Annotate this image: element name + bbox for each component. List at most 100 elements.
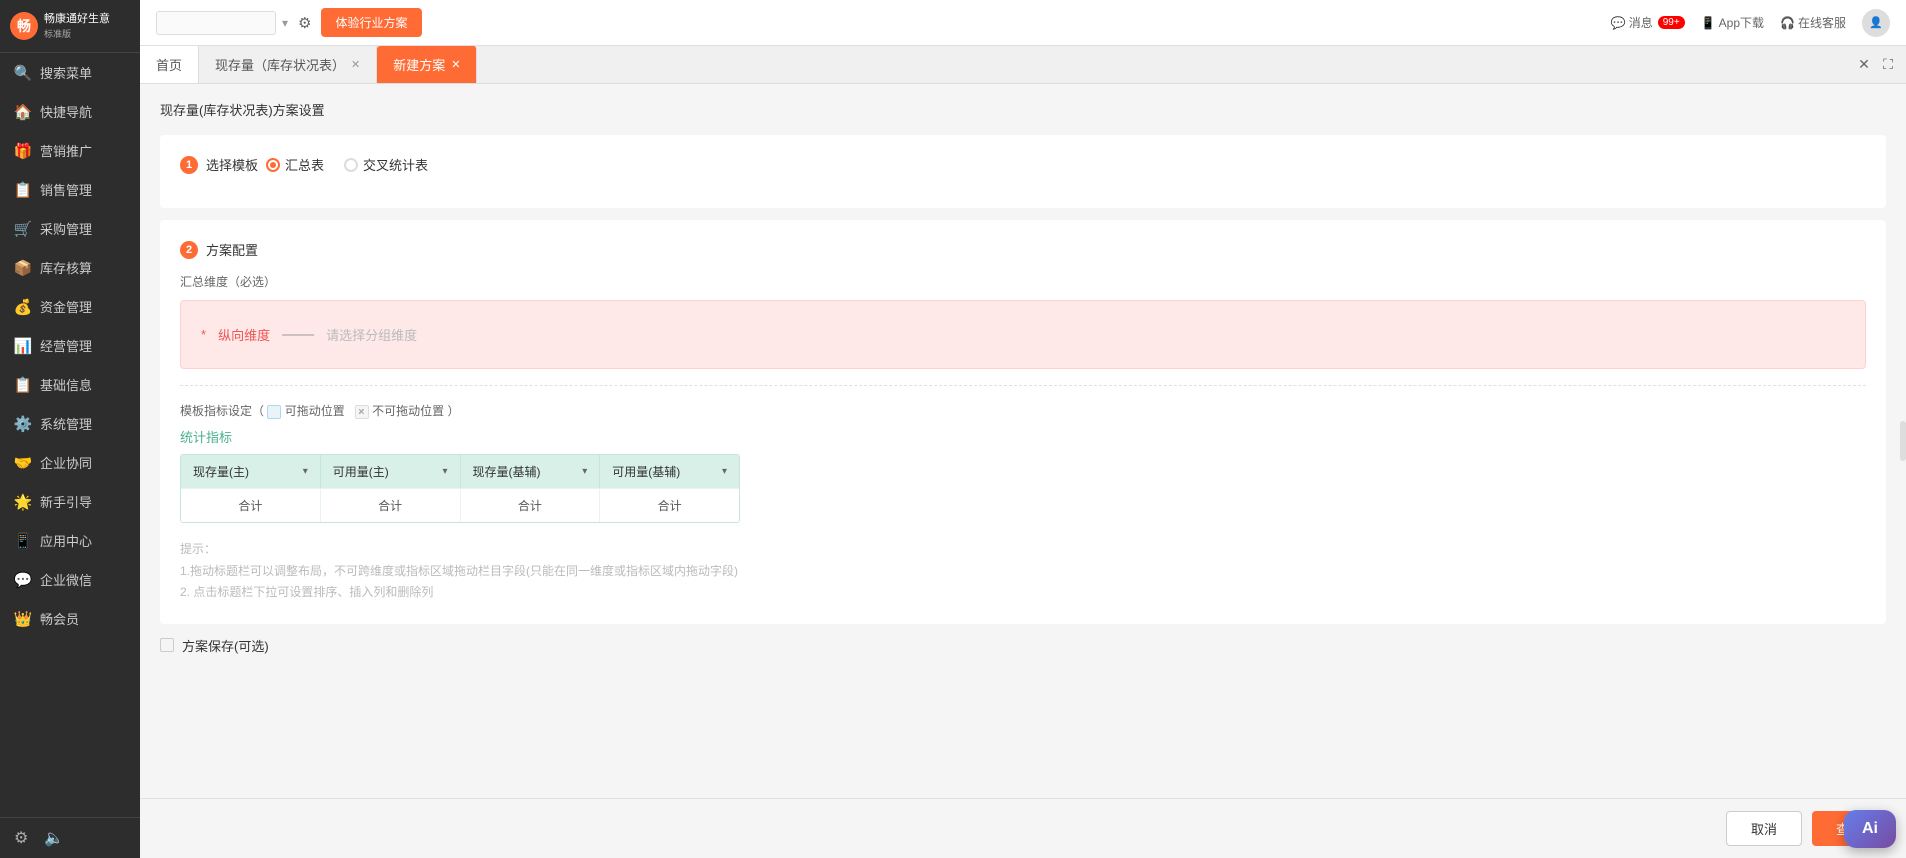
main-area: ▾ ⚙ 体验行业方案 💬 消息 99+ 📱 App下载 🎧 在线客服 👤 bbox=[140, 0, 1906, 858]
sidebar-item-purchase[interactable]: 🛒 采购管理 bbox=[0, 209, 140, 248]
app-download-button[interactable]: 📱 App下载 bbox=[1701, 14, 1764, 31]
legend-non-draggable: ✕ 不可拖动位置 bbox=[355, 404, 448, 418]
save-label: 方案保存(可选) bbox=[182, 636, 269, 655]
settings-icon[interactable]: ⚙ bbox=[14, 828, 28, 848]
window-expand-icon[interactable]: ⛶ bbox=[1880, 57, 1896, 73]
tab-home[interactable]: 首页 bbox=[140, 46, 199, 83]
stats-col-0: 现存量(主)▾ bbox=[181, 455, 321, 488]
dimension-arrow: —— bbox=[282, 326, 314, 344]
sidebar-item-sales[interactable]: 📋 销售管理 bbox=[0, 170, 140, 209]
sidebar-item-member[interactable]: 👑 畅会员 bbox=[0, 599, 140, 638]
col-chevron-2[interactable]: ▾ bbox=[582, 466, 587, 477]
tab-home-label: 首页 bbox=[156, 55, 182, 74]
sidebar-item-label-purchase: 采购管理 bbox=[40, 219, 92, 238]
system-icon: ⚙️ bbox=[14, 415, 32, 433]
sidebar-item-finance[interactable]: 💰 资金管理 bbox=[0, 287, 140, 326]
tabbar: 首页 现存量（库存状况表） ✕ 新建方案 ✕ ✕ ⛶ bbox=[140, 46, 1906, 84]
sidebar-item-label-enterprise: 企业协同 bbox=[40, 453, 92, 472]
indicator-settings: 模板指标设定（ 可拖动位置 ✕ 不可拖动位置 ） bbox=[180, 402, 1866, 523]
topbar-left: ▾ ⚙ 体验行业方案 bbox=[156, 8, 422, 37]
radio-cross[interactable]: 交叉统计表 bbox=[344, 155, 428, 174]
inventory-icon: 📦 bbox=[14, 259, 32, 277]
industry-plan-button[interactable]: 体验行业方案 bbox=[321, 8, 421, 37]
stats-cell-3: 合计 bbox=[600, 489, 739, 522]
col-chevron-0[interactable]: ▾ bbox=[303, 466, 308, 477]
wechat-icon: 💬 bbox=[14, 571, 32, 589]
step2-label: 方案配置 bbox=[206, 240, 258, 259]
step1-panel: 1 选择模板 汇总表 交叉统计表 bbox=[160, 135, 1886, 208]
step1-badge: 1 bbox=[180, 156, 198, 174]
sidebar-item-newguide[interactable]: 🌟 新手引导 bbox=[0, 482, 140, 521]
tab-inventory-label: 现存量（库存状况表） bbox=[215, 55, 345, 74]
sidebar-item-basic[interactable]: 📋 基础信息 bbox=[0, 365, 140, 404]
summary-dimension-label: 汇总维度（必选） bbox=[180, 273, 1866, 290]
radio-summary[interactable]: 汇总表 bbox=[266, 155, 324, 174]
tips-title: 提示： bbox=[180, 542, 216, 556]
tab-new-plan[interactable]: 新建方案 ✕ bbox=[377, 46, 477, 83]
step2-header: 2 方案配置 bbox=[180, 240, 1866, 259]
sidebar-item-label-newguide: 新手引导 bbox=[40, 492, 92, 511]
search-input[interactable] bbox=[156, 11, 276, 35]
legend-draggable: 可拖动位置 bbox=[267, 404, 348, 418]
col-label-1: 可用量(主) bbox=[333, 463, 389, 480]
sales-icon: 📋 bbox=[14, 181, 32, 199]
logo-icon: 畅 bbox=[10, 12, 38, 40]
stats-col-3: 可用量(基辅) ▾ bbox=[600, 455, 739, 488]
message-badge: 99+ bbox=[1658, 16, 1685, 29]
window-controls: ✕ ⛶ bbox=[1856, 57, 1906, 73]
non-draggable-box: ✕ bbox=[355, 405, 369, 419]
sidebar-item-label-member: 畅会员 bbox=[40, 609, 79, 628]
sidebar-item-label-appcenter: 应用中心 bbox=[40, 531, 92, 550]
indicator-settings-header: 模板指标设定（ 可拖动位置 ✕ 不可拖动位置 ） bbox=[180, 402, 1866, 419]
tip-2: 2. 点击标题栏下拉可设置排序、插入列和删除列 bbox=[180, 582, 1866, 604]
tab-inventory-close-icon[interactable]: ✕ bbox=[351, 58, 360, 71]
radio-cross-label: 交叉统计表 bbox=[363, 155, 428, 174]
sidebar-item-enterprise[interactable]: 🤝 企业协同 bbox=[0, 443, 140, 482]
ai-float-button[interactable]: Ai bbox=[1844, 810, 1896, 848]
sidebar-item-system[interactable]: ⚙️ 系统管理 bbox=[0, 404, 140, 443]
message-button[interactable]: 💬 消息 99+ bbox=[1611, 14, 1685, 31]
tip-1: 1.拖动标题栏可以调整布局，不可跨维度或指标区域拖动栏目字段(只能在同一维度或指… bbox=[180, 561, 1866, 583]
newguide-icon: 🌟 bbox=[14, 493, 32, 511]
app-logo: 畅 畅康通好生意 标准版 bbox=[0, 0, 140, 53]
col-chevron-3[interactable]: ▾ bbox=[722, 466, 727, 477]
sidebar-item-label-basic: 基础信息 bbox=[40, 375, 92, 394]
sidebar-item-inventory[interactable]: 📦 库存核算 bbox=[0, 248, 140, 287]
appcenter-icon: 📱 bbox=[14, 532, 32, 550]
logo-text: 畅康通好生意 标准版 bbox=[44, 12, 110, 39]
user-avatar[interactable]: 👤 bbox=[1862, 9, 1890, 37]
sidebar-nav: 🔍 搜索菜单 🏠 快捷导航 🎁 营销推广 📋 销售管理 🛒 采购管理 📦 库存核… bbox=[0, 53, 140, 817]
basic-icon: 📋 bbox=[14, 376, 32, 394]
sidebar-item-wechat[interactable]: 💬 企业微信 bbox=[0, 560, 140, 599]
topbar: ▾ ⚙ 体验行业方案 💬 消息 99+ 📱 App下载 🎧 在线客服 👤 bbox=[140, 0, 1906, 46]
sidebar-item-operation[interactable]: 📊 经营管理 bbox=[0, 326, 140, 365]
sidebar-item-appcenter[interactable]: 📱 应用中心 bbox=[0, 521, 140, 560]
tab-new-plan-close-icon[interactable]: ✕ bbox=[451, 58, 460, 71]
online-service-button[interactable]: 🎧 在线客服 bbox=[1780, 14, 1846, 31]
message-icon: 💬 bbox=[1611, 16, 1626, 30]
window-close-icon[interactable]: ✕ bbox=[1856, 57, 1872, 73]
stats-cell-0: 合计 bbox=[181, 489, 321, 522]
tab-inventory-status[interactable]: 现存量（库存状况表） ✕ bbox=[199, 46, 377, 83]
cancel-button[interactable]: 取消 bbox=[1726, 811, 1802, 846]
divider1 bbox=[180, 385, 1866, 386]
topbar-right: 💬 消息 99+ 📱 App下载 🎧 在线客服 👤 bbox=[1611, 9, 1890, 37]
step2-panel: 2 方案配置 汇总维度（必选） * 纵向维度 —— 请选择分组维度 模板指标设定… bbox=[160, 220, 1886, 624]
radio-summary-circle bbox=[266, 158, 280, 172]
avatar-icon: 👤 bbox=[1869, 16, 1883, 29]
save-checkbox[interactable] bbox=[160, 638, 174, 652]
resize-handle[interactable] bbox=[1900, 421, 1906, 461]
gear-icon[interactable]: ⚙ bbox=[298, 14, 311, 32]
stats-cell-1: 合计 bbox=[321, 489, 461, 522]
sidebar-item-marketing[interactable]: 🎁 营销推广 bbox=[0, 131, 140, 170]
page-title: 现存量(库存状况表)方案设置 bbox=[160, 100, 1886, 119]
sidebar-item-quicknav[interactable]: 🏠 快捷导航 bbox=[0, 92, 140, 131]
sidebar-item-search[interactable]: 🔍 搜索菜单 bbox=[0, 53, 140, 92]
col-chevron-1[interactable]: ▾ bbox=[442, 466, 447, 477]
search-chevron-icon[interactable]: ▾ bbox=[282, 16, 288, 30]
stats-col-2: 现存量(基辅)▾ bbox=[461, 455, 601, 488]
col-label-3: 可用量(基辅) bbox=[612, 463, 680, 480]
dimension-box[interactable]: * 纵向维度 —— 请选择分组维度 bbox=[180, 300, 1866, 369]
sound-icon[interactable]: 🔈 bbox=[44, 828, 64, 848]
finance-icon: 💰 bbox=[14, 298, 32, 316]
